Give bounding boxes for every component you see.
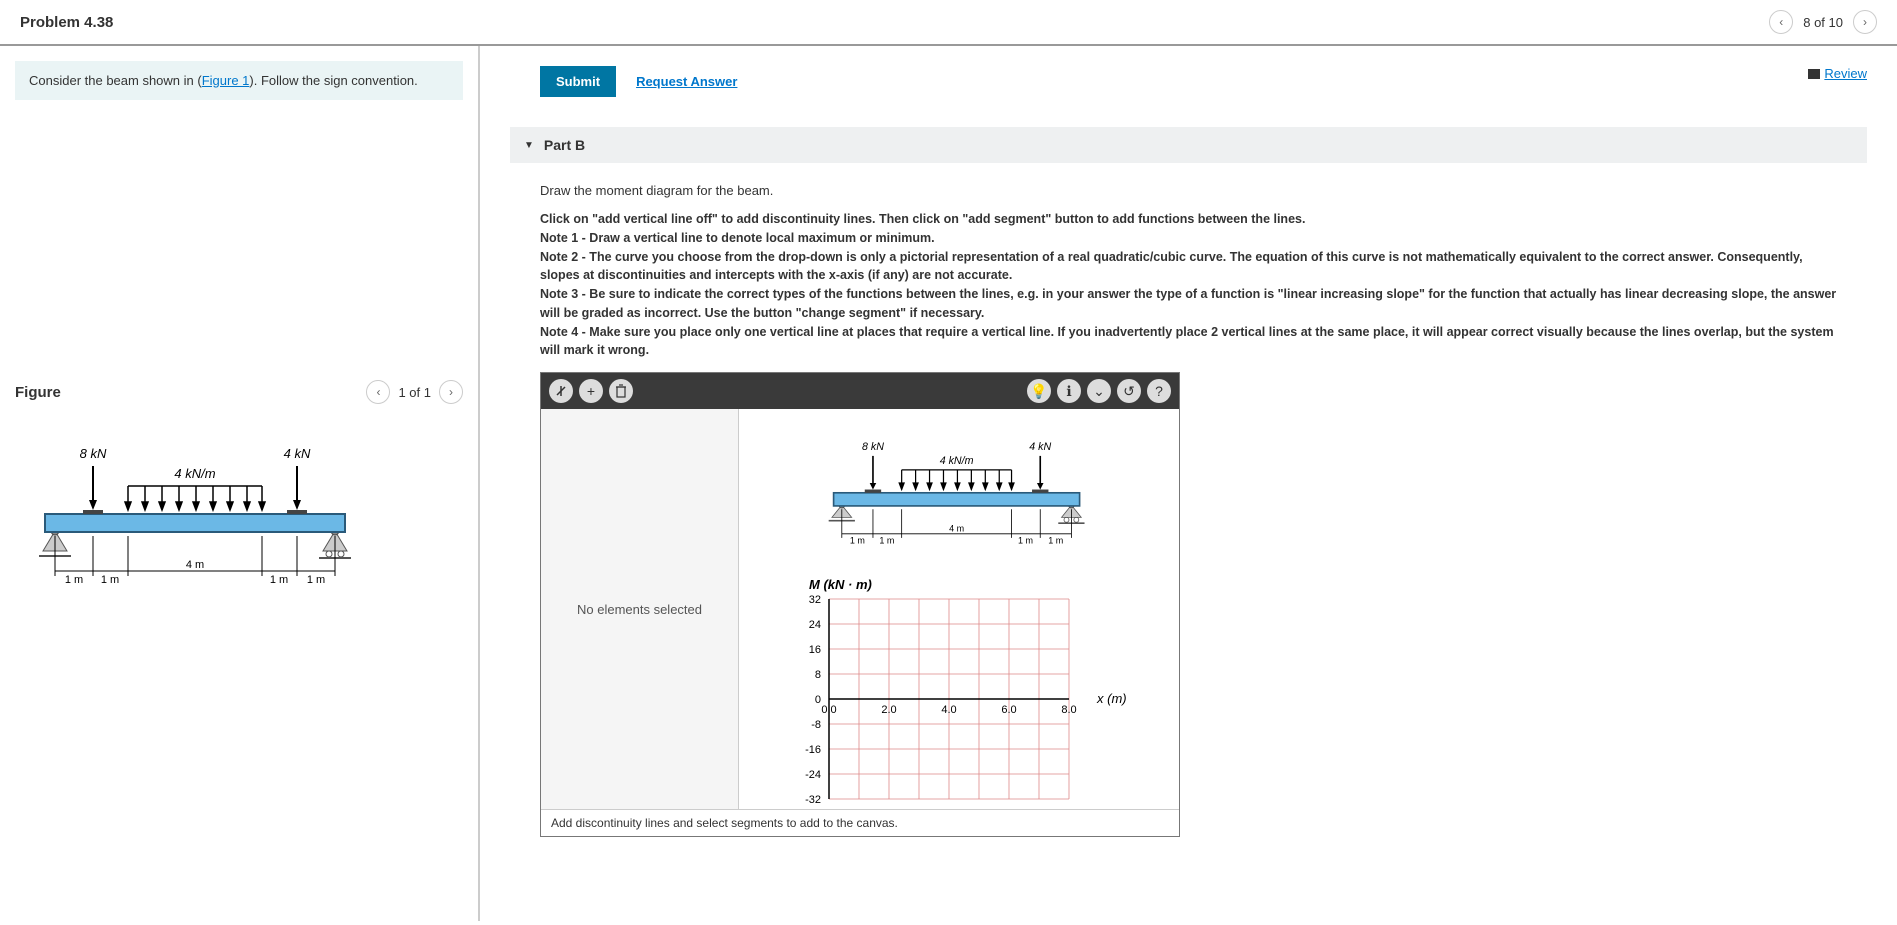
svg-text:1 m: 1 m: [879, 536, 894, 546]
flag-icon: [1808, 69, 1820, 79]
figure-position: 1 of 1: [398, 385, 431, 400]
part-header[interactable]: ▼ Part B: [510, 127, 1867, 163]
svg-text:1 m: 1 m: [307, 574, 325, 586]
right-panel: Review Submit Request Answer ▼ Part B Dr…: [480, 46, 1897, 921]
svg-text:4 kN: 4 kN: [284, 446, 311, 461]
reset-tool[interactable]: ↺: [1117, 379, 1141, 403]
svg-text:1 m: 1 m: [1048, 536, 1063, 546]
problem-position: 8 of 10: [1803, 15, 1843, 30]
page-header: Problem 4.38 ‹ 8 of 10 ›: [0, 0, 1897, 46]
figure-link[interactable]: Figure 1: [202, 73, 250, 88]
svg-text:8 kN: 8 kN: [862, 441, 884, 453]
svg-text:4 kN/m: 4 kN/m: [174, 466, 215, 481]
task-notes: Click on "add vertical line off" to add …: [540, 210, 1837, 360]
svg-text:16: 16: [809, 644, 821, 656]
svg-text:6.0: 6.0: [1001, 704, 1016, 716]
svg-text:8: 8: [815, 669, 821, 681]
svg-text:x (m): x (m): [1096, 691, 1127, 706]
vertical-line-tool[interactable]: [549, 379, 573, 403]
left-panel: Consider the beam shown in (Figure 1). F…: [0, 46, 480, 921]
problem-nav: ‹ 8 of 10 ›: [1769, 10, 1877, 34]
info-tool[interactable]: ℹ: [1057, 379, 1081, 403]
svg-text:4.0: 4.0: [941, 704, 956, 716]
svg-text:4 m: 4 m: [186, 559, 204, 571]
svg-text:1 m: 1 m: [850, 536, 865, 546]
svg-text:M (kN · m): M (kN · m): [809, 577, 872, 592]
problem-title: Problem 4.38: [20, 14, 113, 31]
editor-canvas[interactable]: 8 kN 4 kN: [739, 409, 1179, 809]
review-link[interactable]: Review: [1808, 66, 1867, 81]
svg-text:-16: -16: [805, 744, 821, 756]
svg-text:8.0: 8.0: [1061, 704, 1076, 716]
figure-title: Figure: [15, 384, 61, 401]
figure-header: Figure ‹ 1 of 1 ›: [15, 380, 463, 404]
request-answer-link[interactable]: Request Answer: [636, 74, 737, 89]
svg-text:-8: -8: [811, 719, 821, 731]
help-tool[interactable]: ?: [1147, 379, 1171, 403]
svg-text:32: 32: [809, 594, 821, 606]
task-instruction: Draw the moment diagram for the beam.: [540, 183, 1837, 198]
delete-tool[interactable]: [609, 379, 633, 403]
caret-down-icon: ▼: [524, 140, 534, 151]
selection-status: No elements selected: [577, 602, 702, 617]
add-segment-tool[interactable]: +: [579, 379, 603, 403]
svg-text:1 m: 1 m: [65, 574, 83, 586]
svg-text:1 m: 1 m: [101, 574, 119, 586]
next-problem-button[interactable]: ›: [1853, 10, 1877, 34]
prev-figure-button[interactable]: ‹: [366, 380, 390, 404]
prev-problem-button[interactable]: ‹: [1769, 10, 1793, 34]
svg-text:4 m: 4 m: [949, 523, 964, 533]
svg-text:0: 0: [815, 694, 821, 706]
beam-figure: 8 kN 4 kN 4 kN/m: [15, 416, 375, 596]
svg-text:24: 24: [809, 619, 821, 631]
svg-text:4 kN: 4 kN: [1029, 441, 1051, 453]
editor-footer: Add discontinuity lines and select segme…: [541, 809, 1179, 836]
next-figure-button[interactable]: ›: [439, 380, 463, 404]
figure-nav: ‹ 1 of 1 ›: [366, 380, 463, 404]
svg-text:-24: -24: [805, 769, 821, 781]
dropdown-tool[interactable]: ⌄: [1087, 379, 1111, 403]
problem-statement: Consider the beam shown in (Figure 1). F…: [15, 61, 463, 100]
part-title: Part B: [544, 137, 585, 153]
svg-text:2.0: 2.0: [881, 704, 896, 716]
graph-editor: + 💡 ℹ ⌄ ↺ ? No elements selected: [540, 372, 1180, 837]
editor-sidebar: No elements selected: [541, 409, 739, 809]
svg-text:4 kN/m: 4 kN/m: [940, 455, 974, 467]
svg-text:1 m: 1 m: [270, 574, 288, 586]
editor-toolbar: + 💡 ℹ ⌄ ↺ ?: [541, 373, 1179, 409]
svg-text:-32: -32: [805, 794, 821, 806]
svg-text:1 m: 1 m: [1018, 536, 1033, 546]
hint-tool[interactable]: 💡: [1027, 379, 1051, 403]
submit-button[interactable]: Submit: [540, 66, 616, 97]
svg-text:8 kN: 8 kN: [80, 446, 107, 461]
svg-text:0.0: 0.0: [821, 704, 836, 716]
